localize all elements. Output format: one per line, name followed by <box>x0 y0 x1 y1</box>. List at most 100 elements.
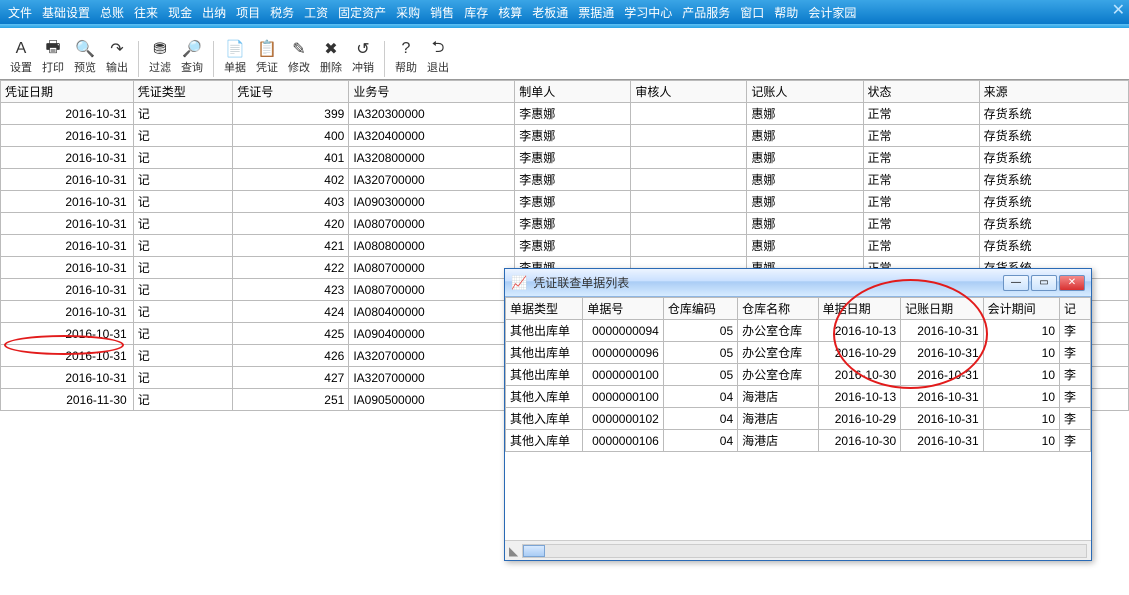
column-header[interactable]: 来源 <box>979 81 1128 103</box>
cell: IA320700000 <box>349 367 515 389</box>
menu-item[interactable]: 老板通 <box>532 4 568 21</box>
cell: 李 <box>1060 320 1091 342</box>
cell: 惠娜 <box>747 169 863 191</box>
menu-item[interactable]: 帮助 <box>774 4 798 21</box>
table-row[interactable]: 2016-10-31记403IA090300000李惠娜惠娜正常存货系统 <box>1 191 1129 213</box>
toolbar-label: 删除 <box>320 59 342 75</box>
menu-item[interactable]: 固定资产 <box>338 4 386 21</box>
column-header[interactable]: 单据类型 <box>506 298 583 320</box>
column-header[interactable]: 审核人 <box>631 81 747 103</box>
toolbar-button-凭证[interactable]: 📋凭证 <box>252 37 282 77</box>
menu-item[interactable]: 出纳 <box>202 4 226 21</box>
cell: 记 <box>133 323 233 345</box>
menu-item[interactable]: 税务 <box>270 4 294 21</box>
cell: 2016-10-29 <box>818 408 901 430</box>
cell: 存货系统 <box>979 125 1128 147</box>
column-header[interactable]: 凭证日期 <box>1 81 134 103</box>
menu-item[interactable]: 采购 <box>396 4 420 21</box>
menu-item[interactable]: 票据通 <box>578 4 614 21</box>
menu-item[interactable]: 产品服务 <box>682 4 730 21</box>
minimize-button[interactable]: — <box>1003 275 1029 291</box>
cell: IA080700000 <box>349 257 515 279</box>
column-header[interactable]: 单据日期 <box>818 298 901 320</box>
table-row[interactable]: 其他出库单000000009605办公室仓库2016-10-292016-10-… <box>506 342 1091 364</box>
cell: 正常 <box>863 103 979 125</box>
cell: 403 <box>233 191 349 213</box>
h-scrollbar[interactable] <box>522 544 1087 558</box>
单据-icon: 📄 <box>225 39 245 59</box>
menu-item[interactable]: 现金 <box>168 4 192 21</box>
column-header[interactable]: 记账日期 <box>901 298 984 320</box>
cell: 2016-10-31 <box>1 257 134 279</box>
column-header[interactable]: 单据号 <box>583 298 663 320</box>
menu-item[interactable]: 项目 <box>236 4 260 21</box>
column-header[interactable]: 凭证类型 <box>133 81 233 103</box>
menu-item[interactable]: 窗口 <box>740 4 764 21</box>
menu-item[interactable]: 往来 <box>134 4 158 21</box>
toolbar-button-过滤[interactable]: ⛃过滤 <box>145 37 175 77</box>
table-row[interactable]: 2016-10-31记400IA320400000李惠娜惠娜正常存货系统 <box>1 125 1129 147</box>
修改-icon: ✎ <box>292 39 305 59</box>
menu-item[interactable]: 总账 <box>100 4 124 21</box>
toolbar-button-单据[interactable]: 📄单据 <box>220 37 250 77</box>
table-row[interactable]: 其他入库单000000010004海港店2016-10-132016-10-31… <box>506 386 1091 408</box>
cell: 10 <box>983 320 1059 342</box>
toolbar-button-打印[interactable]: 🖶打印 <box>38 37 68 77</box>
table-row[interactable]: 其他出库单000000010005办公室仓库2016-10-302016-10-… <box>506 364 1091 386</box>
column-header[interactable]: 业务号 <box>349 81 515 103</box>
toolbar-button-修改[interactable]: ✎修改 <box>284 37 314 77</box>
cell: 正常 <box>863 169 979 191</box>
table-row[interactable]: 2016-10-31记401IA320800000李惠娜惠娜正常存货系统 <box>1 147 1129 169</box>
table-row[interactable]: 2016-10-31记402IA320700000李惠娜惠娜正常存货系统 <box>1 169 1129 191</box>
close-button[interactable]: ✕ <box>1059 275 1085 291</box>
column-header[interactable]: 记账人 <box>747 81 863 103</box>
cell: 424 <box>233 301 349 323</box>
cell: 2016-10-31 <box>901 430 984 452</box>
popup-titlebar[interactable]: 📈 凭证联查单据列表 — ▭ ✕ <box>505 269 1091 297</box>
cell: 记 <box>133 169 233 191</box>
menu-item[interactable]: 基础设置 <box>42 4 90 21</box>
cell: 记 <box>133 213 233 235</box>
cell: 2016-10-31 <box>1 367 134 389</box>
toolbar-label: 退出 <box>427 59 449 75</box>
cell: 420 <box>233 213 349 235</box>
table-row[interactable]: 其他入库单000000010204海港店2016-10-292016-10-31… <box>506 408 1091 430</box>
toolbar-button-退出[interactable]: ⮌退出 <box>423 37 453 77</box>
menu-item[interactable]: 销售 <box>430 4 454 21</box>
cell <box>631 235 747 257</box>
column-header[interactable]: 状态 <box>863 81 979 103</box>
maximize-button[interactable]: ▭ <box>1031 275 1057 291</box>
toolbar-button-查询[interactable]: 🔎查询 <box>177 37 207 77</box>
h-scroll-thumb[interactable] <box>523 545 545 557</box>
cell: 其他出库单 <box>506 320 583 342</box>
menu-item[interactable]: 核算 <box>498 4 522 21</box>
cell: IA080700000 <box>349 279 515 301</box>
table-row[interactable]: 2016-10-31记399IA320300000李惠娜惠娜正常存货系统 <box>1 103 1129 125</box>
table-row[interactable]: 2016-10-31记421IA080800000李惠娜惠娜正常存货系统 <box>1 235 1129 257</box>
column-header[interactable]: 制单人 <box>515 81 631 103</box>
column-header[interactable]: 记 <box>1060 298 1091 320</box>
menu-item[interactable]: 学习中心 <box>624 4 672 21</box>
menu-item[interactable]: 会计家园 <box>808 4 856 21</box>
toolbar-button-设置[interactable]: A设置 <box>6 37 36 77</box>
toolbar-separator <box>213 41 214 77</box>
column-header[interactable]: 仓库编码 <box>663 298 737 320</box>
toolbar-button-帮助[interactable]: ?帮助 <box>391 37 421 77</box>
toolbar-button-预览[interactable]: 🔍预览 <box>70 37 100 77</box>
cell: 0000000094 <box>583 320 663 342</box>
menu-item[interactable]: 工资 <box>304 4 328 21</box>
column-header[interactable]: 会计期间 <box>983 298 1059 320</box>
table-row[interactable]: 2016-10-31记420IA080700000李惠娜惠娜正常存货系统 <box>1 213 1129 235</box>
column-header[interactable]: 仓库名称 <box>738 298 818 320</box>
toolbar-button-冲销[interactable]: ↺冲销 <box>348 37 378 77</box>
cell: 427 <box>233 367 349 389</box>
查询-icon: 🔎 <box>182 39 202 59</box>
column-header[interactable]: 凭证号 <box>233 81 349 103</box>
table-row[interactable]: 其他出库单000000009405办公室仓库2016-10-132016-10-… <box>506 320 1091 342</box>
menu-item[interactable]: 库存 <box>464 4 488 21</box>
menu-item[interactable]: 文件 <box>8 4 32 21</box>
cell: 存货系统 <box>979 169 1128 191</box>
toolbar-button-输出[interactable]: ↷输出 <box>102 37 132 77</box>
toolbar-button-删除[interactable]: ✖删除 <box>316 37 346 77</box>
table-row[interactable]: 其他入库单000000010604海港店2016-10-302016-10-31… <box>506 430 1091 452</box>
